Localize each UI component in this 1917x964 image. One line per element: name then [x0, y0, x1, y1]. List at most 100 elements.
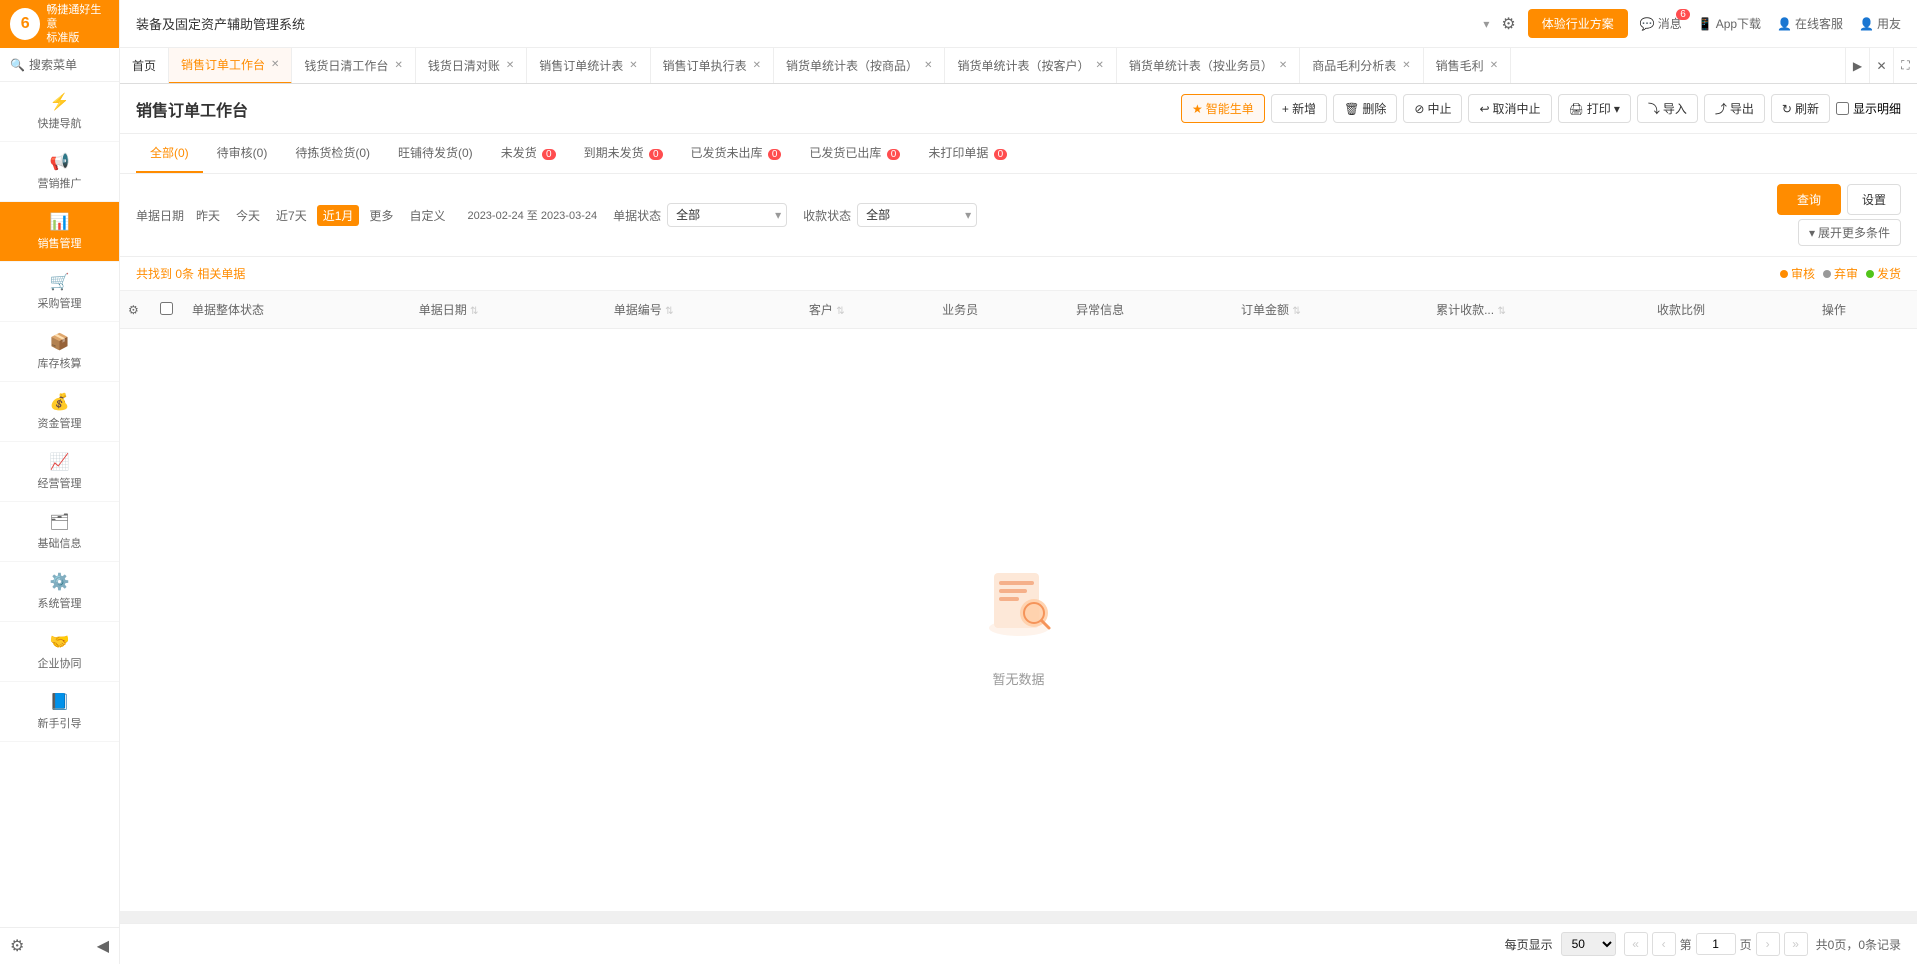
user-btn[interactable]: 👤 用友 [1859, 15, 1901, 32]
collapse-icon[interactable]: ◀ [97, 936, 109, 956]
show-detail-label[interactable]: 显示明细 [1836, 100, 1901, 117]
tab-close-stats-staff[interactable]: ✕ [1279, 60, 1287, 71]
date-label: 单据日期 [136, 207, 184, 224]
settings-footer-icon[interactable]: ⚙ [10, 936, 24, 956]
import-btn[interactable]: ⤵ 导入 [1637, 94, 1698, 123]
tab-scroll-left[interactable]: ▶ [1845, 48, 1869, 84]
sub-tab-pending-inspect[interactable]: 待拣货检货(0) [281, 134, 384, 173]
app-download-btn[interactable]: 📱 App下载 [1698, 15, 1761, 32]
sidebar-item-finance[interactable]: 💰 资金管理 [0, 382, 119, 442]
tab-close-all[interactable]: ✕ [1869, 48, 1893, 84]
tab-sales-workbench[interactable]: 销售订单工作台 ✕ [169, 48, 292, 84]
sub-tab-not-shipped[interactable]: 未发货 0 [487, 134, 570, 173]
set-btn[interactable]: 设置 [1847, 184, 1901, 215]
tab-sales-stats-product[interactable]: 销货单统计表（按商品） ✕ [774, 48, 945, 84]
date-btn-1month[interactable]: 近1月 [317, 205, 360, 226]
audit-action[interactable]: 审核 [1780, 265, 1815, 282]
guide-icon: 📘 [50, 692, 70, 712]
new-btn[interactable]: + 新增 [1271, 94, 1327, 123]
industry-btn[interactable]: 体验行业方案 [1528, 9, 1628, 38]
sidebar-item-sales[interactable]: 📊 销售管理 [0, 202, 119, 262]
page-input[interactable] [1696, 933, 1736, 955]
tab-close-cash-daily[interactable]: ✕ [394, 60, 402, 71]
messages-icon-btn[interactable]: 💬 消息 6 [1640, 15, 1682, 32]
topbar-settings-icon[interactable]: ⚙ [1501, 14, 1515, 34]
export-btn[interactable]: ⤴ 导出 [1704, 94, 1765, 123]
sidebar-item-quick-nav[interactable]: ⚡ 快捷导航 [0, 82, 119, 142]
page-last-btn[interactable]: » [1784, 932, 1808, 956]
col-date[interactable]: 单据日期 ⇅ [411, 291, 606, 329]
delete-btn[interactable]: 🗑 删除 [1333, 94, 1397, 123]
sub-tab-shipped-not-out[interactable]: 已发货未出库 0 [677, 134, 796, 173]
col-collected[interactable]: 累计收款... ⇅ [1428, 291, 1649, 329]
sidebar-item-inventory[interactable]: 📦 库存核算 [0, 322, 119, 382]
tab-close-stats-customer[interactable]: ✕ [1095, 60, 1103, 71]
col-customer[interactable]: 客户 ⇅ [801, 291, 934, 329]
payment-select[interactable]: 全部 [857, 203, 977, 227]
query-btn[interactable]: 查询 [1777, 184, 1841, 215]
sidebar-logo: 6 畅捷通好生意 标准版 [0, 0, 119, 48]
col-amount[interactable]: 订单金额 ⇅ [1233, 291, 1428, 329]
h-scrollbar[interactable] [120, 911, 1917, 923]
tab-sales-gross[interactable]: 销售毛利 ✕ [1424, 48, 1511, 84]
sidebar-item-basic[interactable]: 🗂 基础信息 [0, 502, 119, 562]
status-select[interactable]: 全部 [667, 203, 787, 227]
sub-tab-wangpu[interactable]: 旺铺待发货(0) [384, 134, 487, 173]
tab-goods-margin[interactable]: 商品毛利分析表 ✕ [1300, 48, 1423, 84]
ship-action[interactable]: 发货 [1866, 265, 1901, 282]
print-btn[interactable]: 🖨 打印 ▾ [1558, 94, 1631, 123]
tab-sales-stats-customer[interactable]: 销货单统计表（按客户） ✕ [945, 48, 1116, 84]
smart-btn[interactable]: ★ 智能生单 [1181, 94, 1265, 123]
tab-close-cash-reconcile[interactable]: ✕ [506, 60, 514, 71]
sidebar-item-guide[interactable]: 📘 新手引导 [0, 682, 119, 742]
page-first-btn[interactable]: « [1624, 932, 1648, 956]
sidebar-search[interactable]: 🔍 搜索菜单 [0, 48, 119, 82]
sub-tab-shipped-out[interactable]: 已发货已出库 0 [795, 134, 914, 173]
date-btn-yesterday[interactable]: 昨天 [190, 205, 226, 226]
sub-tab-not-printed[interactable]: 未打印单据 0 [914, 134, 1021, 173]
page-next-btn[interactable]: › [1756, 932, 1780, 956]
tab-close-goods-margin[interactable]: ✕ [1402, 60, 1410, 71]
date-btn-today[interactable]: 今天 [230, 205, 266, 226]
user-avatar-icon: 👤 [1859, 17, 1874, 31]
date-btn-more[interactable]: 更多 [363, 205, 399, 226]
show-detail-checkbox[interactable] [1836, 102, 1849, 115]
tab-close-stats-product[interactable]: ✕ [924, 60, 932, 71]
tab-close-sales-exec[interactable]: ✕ [753, 60, 761, 71]
page-prev-btn[interactable]: ‹ [1652, 932, 1676, 956]
select-all-checkbox[interactable] [160, 302, 173, 315]
sidebar-item-operation[interactable]: 📈 经营管理 [0, 442, 119, 502]
tab-sales-stats-staff[interactable]: 销货单统计表（按业务员） ✕ [1117, 48, 1300, 84]
tab-close-sales-stats[interactable]: ✕ [629, 60, 637, 71]
tab-cash-reconcile[interactable]: 钱货日清对账 ✕ [416, 48, 527, 84]
sidebar-item-purchase[interactable]: 🛒 采购管理 [0, 262, 119, 322]
date-btn-7days[interactable]: 近7天 [270, 205, 313, 226]
tab-sales-exec[interactable]: 销售订单执行表 ✕ [651, 48, 774, 84]
sidebar-item-marketing[interactable]: 📢 营销推广 [0, 142, 119, 202]
stop-btn[interactable]: ⊘ 中止 [1403, 94, 1462, 123]
expand-btn[interactable]: ▾ 展开更多条件 [1798, 219, 1901, 246]
col-number[interactable]: 单据编号 ⇅ [606, 291, 801, 329]
sidebar-item-corp[interactable]: 🤝 企业协同 [0, 622, 119, 682]
payment-filter: 收款状态 全部 [803, 203, 977, 227]
sidebar-item-system[interactable]: ⚙️ 系统管理 [0, 562, 119, 622]
tab-cash-daily[interactable]: 钱货日清工作台 ✕ [292, 48, 415, 84]
chevron-down-icon[interactable]: ▾ [1483, 17, 1489, 31]
sub-tab-all[interactable]: 全部(0) [136, 134, 203, 173]
abandon-action[interactable]: 弃审 [1823, 265, 1858, 282]
online-service-btn[interactable]: 👤 在线客服 [1777, 15, 1843, 32]
page-size-select[interactable]: 20 50 100 [1561, 932, 1616, 956]
tab-close-sales-gross[interactable]: ✕ [1490, 60, 1498, 71]
date-btn-custom[interactable]: 自定义 [403, 205, 451, 226]
tab-maximize[interactable]: ⛶ [1893, 48, 1917, 84]
total-text: 共0页，0条记录 [1816, 936, 1901, 953]
tab-sales-stats[interactable]: 销售订单统计表 ✕ [527, 48, 650, 84]
star-icon: ★ [1192, 102, 1203, 116]
tab-close-sales-workbench[interactable]: ✕ [271, 59, 279, 70]
cancel-stop-btn[interactable]: ↩ 取消中止 [1468, 94, 1551, 123]
sub-tab-pending-review[interactable]: 待审核(0) [203, 134, 282, 173]
sub-tab-overdue[interactable]: 到期未发货 0 [570, 134, 677, 173]
tab-home[interactable]: 首页 [120, 48, 169, 84]
refresh-btn[interactable]: ↻ 刷新 [1771, 94, 1830, 123]
col-settings-icon[interactable]: ⚙ [128, 303, 139, 317]
